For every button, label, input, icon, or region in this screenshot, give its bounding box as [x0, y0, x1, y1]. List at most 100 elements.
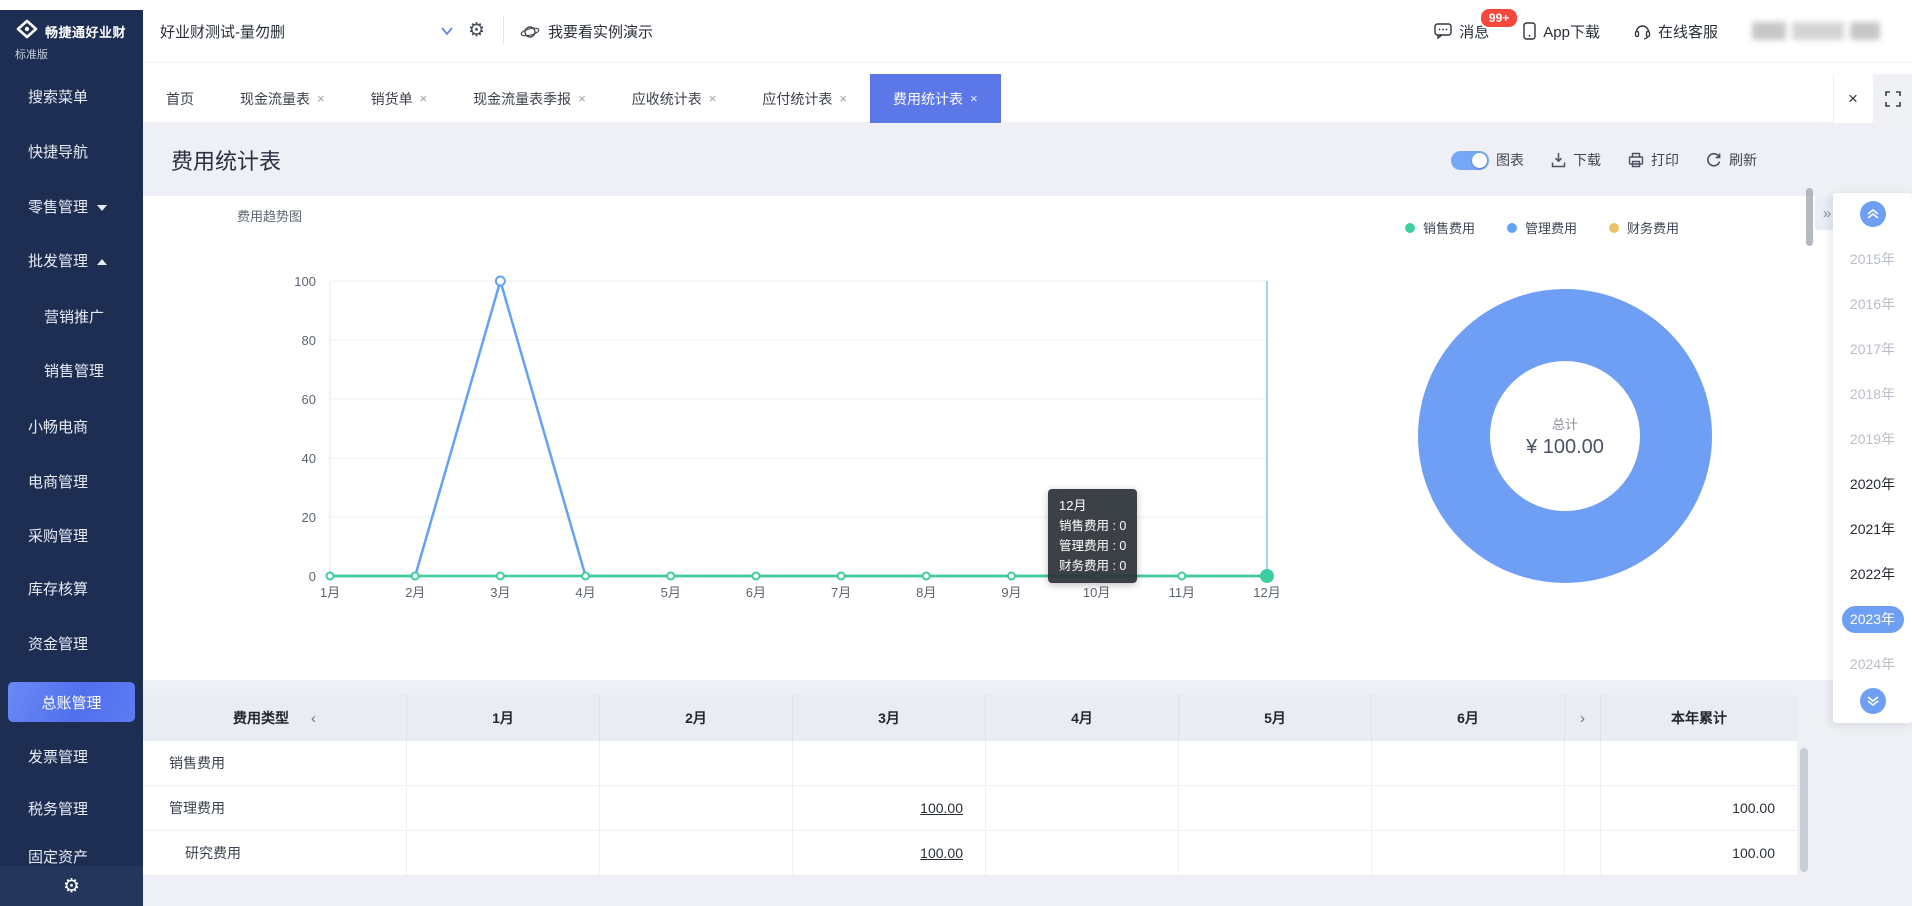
sidebar-item-label: 采购管理 [28, 528, 89, 545]
download-label: 下载 [1573, 152, 1601, 168]
sidebar-item[interactable]: 资金管理 [0, 634, 143, 656]
col-header-type-label: 费用类型 [233, 710, 289, 726]
tab-close-icon[interactable]: × [578, 91, 586, 106]
chart-tooltip: 12月 销售费用 : 0 管理费用 : 0 财务费用 : 0 [1048, 489, 1138, 583]
topbar-right: 消息 99+ App下载 在线客服 [1434, 0, 1884, 62]
tooltip-title: 12月 [1059, 498, 1087, 513]
sidebar-item[interactable]: 发票管理 [0, 747, 143, 769]
tab-close-icon[interactable]: × [839, 91, 847, 106]
value-cell [1372, 786, 1565, 830]
close-tabs-button[interactable]: × [1833, 74, 1872, 123]
tab-close-icon[interactable]: × [709, 91, 717, 106]
svg-text:80: 80 [302, 333, 316, 348]
value-cell [1372, 831, 1565, 875]
tab-close-icon[interactable]: × [970, 91, 978, 106]
phone-icon [1523, 22, 1536, 40]
tab-close-icon[interactable]: × [420, 91, 428, 106]
sidebar-item[interactable]: 库存核算 [0, 579, 143, 601]
value-link[interactable]: 100.00 [920, 845, 963, 861]
content-scrollbar[interactable] [1806, 188, 1813, 246]
value-cell [407, 831, 600, 875]
col-header-total: 本年累计 [1671, 710, 1727, 726]
user-account-redacted[interactable] [1752, 16, 1884, 46]
settings-gear-icon[interactable]: ⚙ [63, 875, 80, 898]
chart-toggle[interactable] [1451, 150, 1489, 170]
app-download-label: App下载 [1543, 23, 1600, 41]
prev-months-chevron[interactable]: ‹ [311, 710, 316, 727]
year-item[interactable]: 2017年 [1833, 327, 1912, 372]
value-cell [407, 741, 600, 785]
year-item[interactable]: 2016年 [1833, 282, 1912, 327]
sidebar-item[interactable]: 税务管理 [0, 799, 143, 821]
year-item[interactable]: 2022年 [1833, 552, 1912, 597]
app-download-item[interactable]: App下载 [1523, 21, 1600, 42]
tab[interactable]: 现金流量表季报 × [450, 74, 609, 123]
sidebar-item[interactable]: 电商管理 [0, 472, 143, 494]
tab-label: 现金流量表季报 [473, 90, 572, 107]
value-link[interactable]: 100.00 [920, 800, 963, 816]
sidebar-item[interactable]: 快捷导航 [0, 142, 143, 164]
fullscreen-button[interactable] [1873, 74, 1912, 123]
sidebar-item-label: 小畅电商 [28, 419, 89, 436]
year-item-active[interactable]: 2023年 [1833, 597, 1912, 642]
sidebar-item[interactable]: 营销推广 [0, 307, 143, 329]
tab-label: 首页 [166, 90, 194, 107]
messages-badge: 99+ [1478, 6, 1520, 29]
total-cell [1601, 741, 1797, 785]
tab[interactable]: 应收统计表 × [609, 74, 740, 123]
year-item[interactable]: 2018年 [1833, 372, 1912, 417]
tab-label: 销货单 [370, 90, 413, 107]
gear-icon[interactable]: ⚙ [468, 19, 485, 42]
tab-close-icon[interactable]: × [317, 91, 325, 106]
sidebar: 搜索菜单快捷导航零售管理批发管理营销推广销售管理小畅电商电商管理采购管理库存核算… [0, 62, 143, 906]
sidebar-item-active[interactable]: 总账管理 [8, 682, 135, 722]
chevron-down-icon[interactable] [440, 26, 454, 36]
table-row: 研究费用 100.00 100.00 [143, 831, 1797, 876]
sidebar-item[interactable]: 小畅电商 [0, 417, 143, 439]
demo-link[interactable]: 我要看实例演示 [520, 21, 653, 42]
year-item[interactable]: 2024年 [1833, 642, 1912, 687]
col-header-month: 5月 [1179, 695, 1372, 741]
sidebar-item[interactable]: 零售管理 [0, 197, 143, 219]
tab-label: 应付统计表 [762, 90, 833, 107]
sidebar-item-label: 电商管理 [28, 474, 89, 491]
sidebar-item[interactable]: 采购管理 [0, 526, 143, 548]
col-header-month: 6月 [1372, 695, 1565, 741]
messages-item[interactable]: 消息 99+ [1434, 6, 1520, 42]
refresh-button[interactable]: 刷新 [1706, 150, 1757, 170]
table-scrollbar[interactable] [1800, 748, 1808, 872]
sidebar-item[interactable]: 搜索菜单 [0, 87, 143, 109]
print-button[interactable]: 打印 [1628, 150, 1679, 170]
year-item[interactable]: 2015年 [1833, 237, 1912, 282]
svg-text:2月: 2月 [405, 585, 425, 600]
tab[interactable]: 销货单 × [348, 74, 451, 123]
tab[interactable]: 应付统计表 × [739, 74, 870, 123]
account-selector[interactable]: 好业财测试-量勿删 [160, 21, 430, 42]
download-button[interactable]: 下载 [1551, 150, 1601, 170]
donut-chart[interactable] [1415, 286, 1715, 586]
year-item[interactable]: 2020年 [1833, 462, 1912, 507]
tooltip-line: 财务费用 : 0 [1059, 559, 1127, 573]
topbar: 好业财测试-量勿删 ⚙ 我要看实例演示 消息 99+ App下载 在线客服 [0, 0, 1912, 62]
row-name-cell: 管理费用 [143, 786, 407, 830]
svg-text:6月: 6月 [746, 585, 766, 600]
value-cell [986, 831, 1179, 875]
tab-active[interactable]: 费用统计表 × [869, 74, 1001, 123]
svg-text:3月: 3月 [490, 585, 510, 600]
sidebar-item[interactable]: 销售管理 [0, 361, 143, 383]
tab[interactable]: 首页 [143, 74, 217, 123]
svg-text:4月: 4月 [575, 585, 595, 600]
year-scroll-down-button[interactable] [1859, 688, 1886, 714]
year-scroll-up-button[interactable] [1859, 201, 1886, 227]
sidebar-item[interactable]: 批发管理 [0, 251, 143, 273]
page-title: 费用统计表 [171, 149, 282, 174]
tab[interactable]: 现金流量表 × [217, 74, 348, 123]
year-item[interactable]: 2019年 [1833, 417, 1912, 462]
svg-text:10月: 10月 [1083, 585, 1110, 600]
svg-text:11月: 11月 [1169, 585, 1196, 600]
support-item[interactable]: 在线客服 [1634, 21, 1718, 42]
sidebar-item-label: 资金管理 [28, 636, 89, 653]
next-months-chevron[interactable]: › [1580, 710, 1585, 727]
year-item[interactable]: 2021年 [1833, 507, 1912, 552]
sidebar-item-label: 营销推广 [44, 309, 105, 326]
